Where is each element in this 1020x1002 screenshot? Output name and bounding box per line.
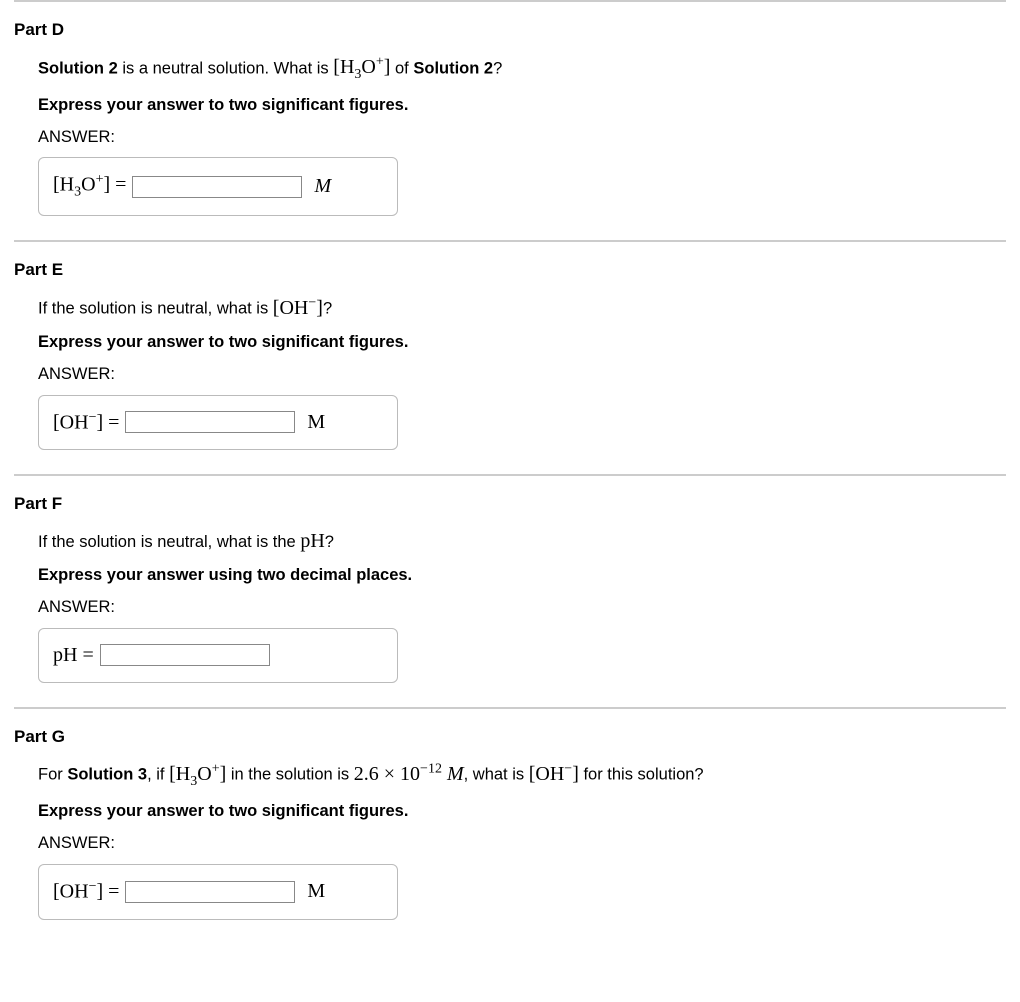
- unit-label: M: [314, 172, 331, 201]
- answer-input[interactable]: [125, 881, 295, 903]
- unit-label: M: [307, 877, 325, 906]
- part-g: Part G For Solution 3, if [H3O+] in the …: [14, 707, 1006, 944]
- part-title: Part E: [14, 258, 1006, 283]
- answer-box: [OH−] = M: [38, 864, 398, 920]
- value-formula: 2.6 × 10−12 M: [354, 763, 464, 785]
- part-d: Part D Solution 2 is a neutral solution.…: [14, 0, 1006, 240]
- unit-label: M: [307, 408, 325, 437]
- instruction: Express your answer to two significant f…: [38, 94, 1006, 118]
- instruction: Express your answer using two decimal pl…: [38, 564, 1006, 588]
- part-body: For Solution 3, if [H3O+] in the solutio…: [14, 759, 1006, 919]
- h3o-formula: [H3O+]: [333, 56, 390, 78]
- part-body: If the solution is neutral, what is [OH−…: [14, 293, 1006, 450]
- oh-formula: [OH−]: [529, 763, 579, 785]
- answer-box: pH =: [38, 628, 398, 683]
- part-title: Part G: [14, 725, 1006, 750]
- ph-formula: pH: [300, 530, 324, 552]
- part-f: Part F If the solution is neutral, what …: [14, 474, 1006, 706]
- question-text: For Solution 3, if [H3O+] in the solutio…: [38, 759, 1006, 792]
- question-text: Solution 2 is a neutral solution. What i…: [38, 53, 1006, 86]
- instruction: Express your answer to two significant f…: [38, 331, 1006, 355]
- lhs-formula: [H3O+] =: [53, 170, 126, 203]
- part-body: Solution 2 is a neutral solution. What i…: [14, 53, 1006, 217]
- solution-ref: Solution 3: [67, 766, 147, 784]
- h3o-formula: [H3O+]: [169, 763, 226, 785]
- oh-formula: [OH−]: [273, 297, 323, 319]
- solution-ref-2: Solution 2: [413, 59, 493, 77]
- part-body: If the solution is neutral, what is the …: [14, 527, 1006, 683]
- answer-label: ANSWER:: [38, 832, 1006, 856]
- lhs-formula: [OH−] =: [53, 877, 119, 907]
- part-e: Part E If the solution is neutral, what …: [14, 240, 1006, 474]
- answer-box: [OH−] = M: [38, 395, 398, 451]
- lhs-formula: [OH−] =: [53, 408, 119, 438]
- part-title: Part D: [14, 18, 1006, 43]
- part-title: Part F: [14, 492, 1006, 517]
- answer-input[interactable]: [100, 644, 270, 666]
- answer-label: ANSWER:: [38, 596, 1006, 620]
- question-text: If the solution is neutral, what is the …: [38, 527, 1006, 556]
- solution-ref: Solution 2: [38, 59, 118, 77]
- answer-input[interactable]: [132, 176, 302, 198]
- answer-box: [H3O+] = M: [38, 157, 398, 216]
- question-text: If the solution is neutral, what is [OH−…: [38, 293, 1006, 323]
- instruction: Express your answer to two significant f…: [38, 800, 1006, 824]
- answer-label: ANSWER:: [38, 126, 1006, 150]
- lhs-formula: pH =: [53, 641, 94, 670]
- answer-label: ANSWER:: [38, 363, 1006, 387]
- answer-input[interactable]: [125, 411, 295, 433]
